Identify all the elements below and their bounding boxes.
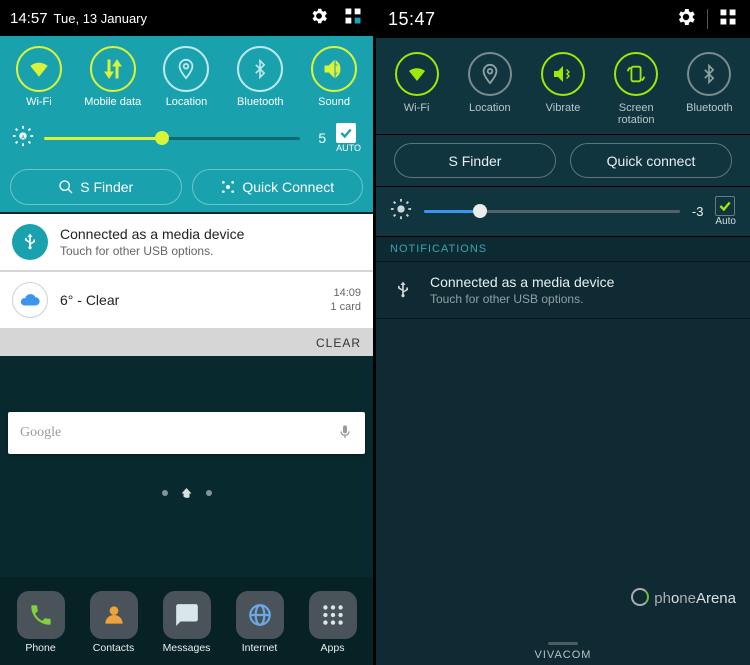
left-panel: 14:57 Tue, 13 January Wi-Fi Mobile data … <box>0 0 373 665</box>
carrier-label[interactable]: VIVACOM <box>376 642 750 661</box>
toggle-bluetooth[interactable]: Bluetooth <box>673 52 746 124</box>
settings-gear-icon[interactable] <box>675 6 697 33</box>
notification-meta: 1 card <box>330 300 361 314</box>
tools-row: S Finder Quick connect <box>376 135 750 187</box>
notification-weather[interactable]: 6° - Clear 14:09 1 card <box>0 272 373 328</box>
notification-subtitle: Touch for other USB options. <box>430 292 614 306</box>
page-indicator[interactable] <box>0 490 373 498</box>
watermark: phoneArena <box>631 588 736 607</box>
brightness-row: -3 Auto <box>376 187 750 237</box>
status-date: Tue, 13 January <box>54 11 147 26</box>
app-phone[interactable]: Phone <box>17 591 65 654</box>
notifications-section-header: NOTIFICATIONS <box>376 237 750 262</box>
app-drawer[interactable]: Apps <box>309 591 357 654</box>
app-contacts[interactable]: Contacts <box>90 591 138 654</box>
app-internet[interactable]: Internet <box>236 591 284 654</box>
notification-title: Connected as a media device <box>60 226 361 242</box>
usb-icon <box>390 280 416 300</box>
cloud-icon <box>12 282 48 318</box>
svg-text:A: A <box>21 134 25 140</box>
status-time: 14:57 <box>10 10 48 27</box>
right-panel: 15:47 Wi-Fi Location Vibrate <box>376 0 750 665</box>
status-bar: 15:47 <box>376 0 750 38</box>
sfinder-button[interactable]: S Finder <box>10 169 182 205</box>
toggle-location[interactable]: Location <box>150 46 224 108</box>
toggle-location[interactable]: Location <box>453 52 526 124</box>
brightness-row: A 5 AUTO <box>0 114 373 162</box>
tools-row: S Finder Quick Connect <box>0 162 373 212</box>
notification-usb[interactable]: Connected as a media device Touch for ot… <box>376 262 750 319</box>
toggle-mobile-data[interactable]: Mobile data <box>76 46 150 108</box>
app-messages[interactable]: Messages <box>163 591 211 654</box>
edit-toggles-icon[interactable] <box>343 6 363 30</box>
toggle-label: Mobile data <box>84 96 141 108</box>
status-bar: 14:57 Tue, 13 January <box>0 0 373 36</box>
brightness-slider[interactable] <box>424 210 680 213</box>
quick-toggles-row: Wi-Fi Mobile data Location Bluetooth Sou… <box>0 36 373 114</box>
toggle-label: Location <box>166 96 208 108</box>
brightness-value: 5 <box>310 130 326 146</box>
toggle-label: Sound <box>318 96 350 108</box>
notification-time: 14:09 <box>330 286 361 300</box>
quick-toggles-row: Wi-Fi Location Vibrate Screen rotation B… <box>376 38 750 135</box>
notification-title: 6° - Clear <box>60 292 318 308</box>
toggle-bluetooth[interactable]: Bluetooth <box>223 46 297 108</box>
google-search-bar[interactable]: Google <box>8 412 365 454</box>
edit-toggles-icon[interactable] <box>718 7 738 32</box>
brightness-auto[interactable]: Auto <box>715 196 736 227</box>
toggle-sound[interactable]: Sound <box>297 46 371 108</box>
notification-usb[interactable]: Connected as a media device Touch for ot… <box>0 214 373 270</box>
toggle-rotation[interactable]: Screen rotation <box>600 52 673 124</box>
notification-subtitle: Touch for other USB options. <box>60 244 361 258</box>
sfinder-button[interactable]: S Finder <box>394 143 556 178</box>
google-logo: Google <box>20 425 61 441</box>
quick-connect-button[interactable]: Quick connect <box>570 143 732 178</box>
brightness-slider[interactable] <box>44 137 300 140</box>
voice-search-icon[interactable] <box>337 424 353 443</box>
notification-list: Connected as a media device Touch for ot… <box>0 214 373 356</box>
toggle-wifi[interactable]: Wi-Fi <box>2 46 76 108</box>
brightness-icon <box>390 198 412 225</box>
notification-title: Connected as a media device <box>430 274 614 290</box>
toggle-wifi[interactable]: Wi-Fi <box>380 52 453 124</box>
brightness-value: -3 <box>692 204 704 219</box>
brightness-auto[interactable]: AUTO <box>336 123 361 154</box>
home-screen: Google Phone Contacts Mess <box>0 408 373 665</box>
quick-connect-button[interactable]: Quick Connect <box>192 169 364 205</box>
toggle-vibrate[interactable]: Vibrate <box>526 52 599 124</box>
app-dock: Phone Contacts Messages Internet Apps <box>0 577 373 665</box>
toggle-label: Bluetooth <box>237 96 283 108</box>
toggle-label: Wi-Fi <box>26 96 52 108</box>
settings-gear-icon[interactable] <box>309 6 329 30</box>
brightness-icon: A <box>12 125 34 152</box>
usb-icon <box>12 224 48 260</box>
status-time: 15:47 <box>388 9 436 30</box>
clear-all-button[interactable]: CLEAR <box>0 330 373 356</box>
